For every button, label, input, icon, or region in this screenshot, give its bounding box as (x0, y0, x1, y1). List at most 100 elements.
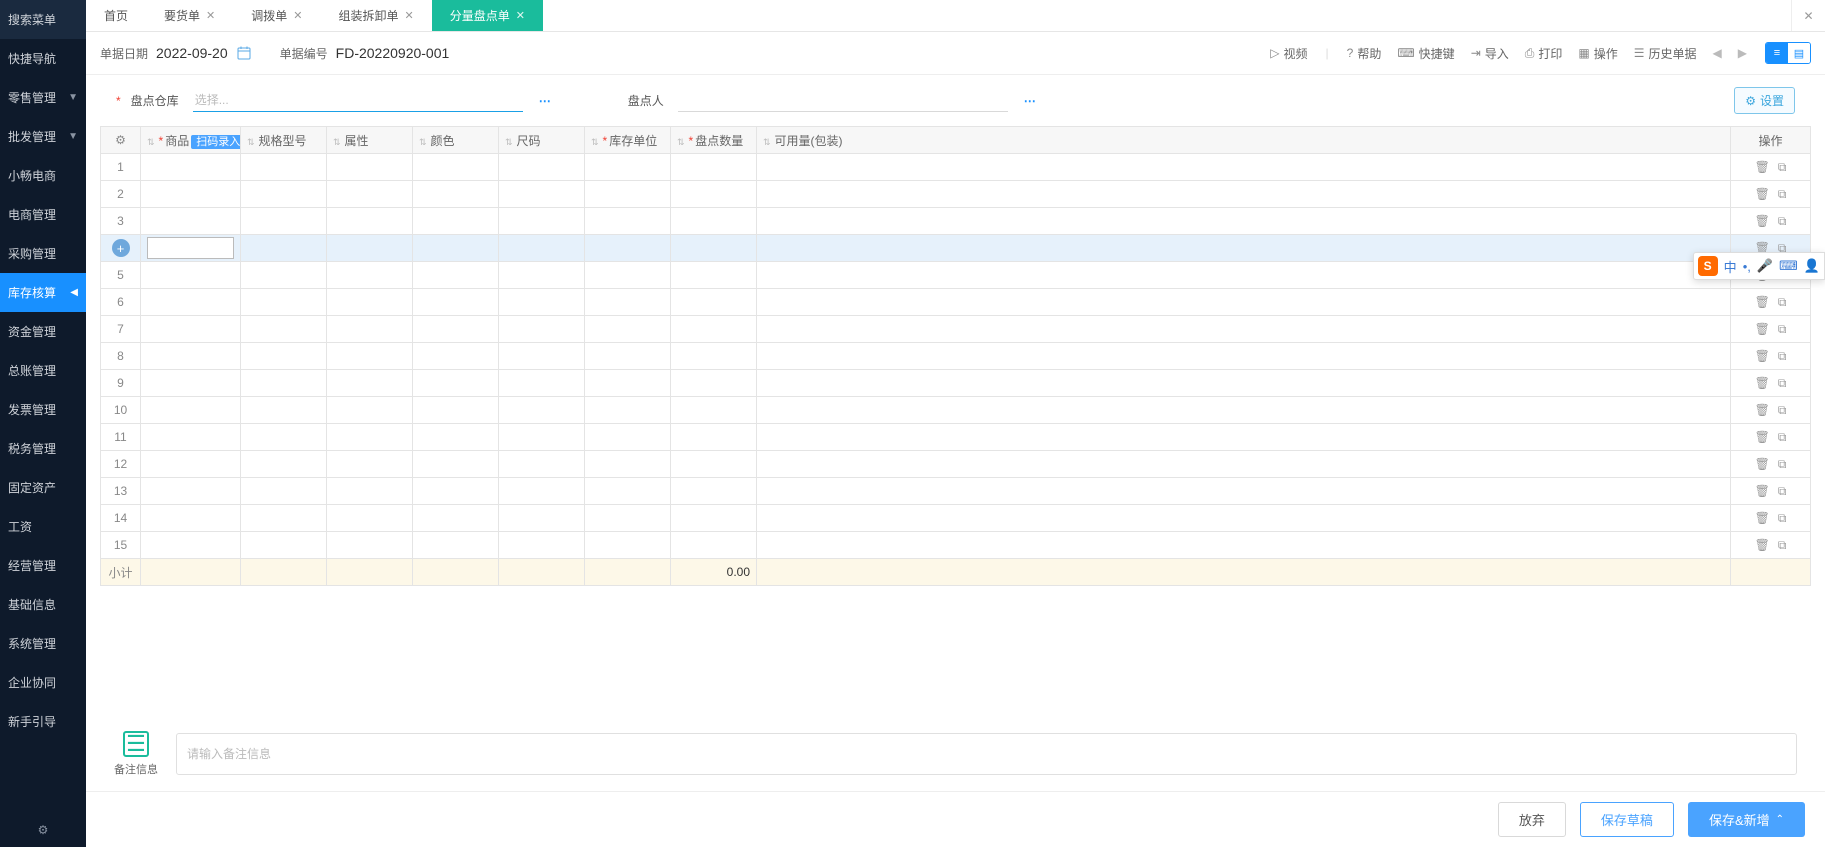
ime-punct-icon[interactable]: •, (1743, 259, 1751, 274)
cell-spec[interactable] (241, 208, 327, 235)
sidebar-item-search-menu[interactable]: 搜索菜单 (0, 0, 86, 39)
cell-attr[interactable] (327, 505, 413, 532)
cell-product[interactable] (141, 424, 241, 451)
table-row[interactable]: 14🗑⧉ (101, 505, 1811, 532)
col-avail[interactable]: ⇅可用量(包装) (757, 127, 1731, 154)
toolbar-shortcut[interactable]: ⌨快捷键 (1393, 45, 1458, 62)
toolbar-video[interactable]: ▷视频 (1266, 45, 1311, 62)
cell-spec[interactable] (241, 343, 327, 370)
view-card-icon[interactable]: ▤ (1788, 43, 1810, 63)
cell-spec[interactable] (241, 532, 327, 559)
toolbar-import[interactable]: ⇥导入 (1467, 45, 1513, 62)
cell-unit[interactable] (585, 505, 671, 532)
copy-row-icon[interactable]: ⧉ (1778, 484, 1787, 498)
cell-spec[interactable] (241, 262, 327, 289)
cell-unit[interactable] (585, 235, 671, 262)
sidebar-item-invoice[interactable]: 发票管理 (0, 390, 86, 429)
cell-unit[interactable] (585, 424, 671, 451)
cell-qty[interactable] (671, 478, 757, 505)
tab-home[interactable]: 首页 (86, 0, 146, 31)
cell-unit[interactable] (585, 451, 671, 478)
cell-qty[interactable] (671, 532, 757, 559)
tab-assembly[interactable]: 组装拆卸单✕ (320, 0, 431, 31)
col-product[interactable]: ⇅*商品扫码录入 (141, 127, 241, 154)
cell-size[interactable] (499, 289, 585, 316)
cell-product[interactable] (141, 316, 241, 343)
sidebar-item-collab[interactable]: 企业协同 (0, 663, 86, 702)
cell-unit[interactable] (585, 343, 671, 370)
cell-spec[interactable] (241, 451, 327, 478)
cell-size[interactable] (499, 397, 585, 424)
tab-stock-check[interactable]: 分量盘点单✕ (432, 0, 543, 31)
cell-unit[interactable] (585, 478, 671, 505)
sidebar-item-basic-info[interactable]: 基础信息 (0, 585, 86, 624)
cell-product[interactable] (141, 370, 241, 397)
col-attr[interactable]: ⇅属性 (327, 127, 413, 154)
cell-qty[interactable] (671, 343, 757, 370)
cell-unit[interactable] (585, 289, 671, 316)
close-icon[interactable]: ✕ (293, 9, 302, 22)
cell-spec[interactable] (241, 397, 327, 424)
table-row[interactable]: 1🗑⧉ (101, 154, 1811, 181)
table-row[interactable]: 5🗑⧉ (101, 262, 1811, 289)
cell-unit[interactable] (585, 154, 671, 181)
cell-attr[interactable] (327, 262, 413, 289)
ime-lang[interactable]: 中 (1724, 257, 1737, 276)
toolbar-help[interactable]: ?帮助 (1343, 45, 1386, 62)
sidebar-item-salary[interactable]: 工资 (0, 507, 86, 546)
table-row[interactable]: 2🗑⧉ (101, 181, 1811, 208)
cell-product[interactable] (141, 154, 241, 181)
cell-color[interactable] (413, 478, 499, 505)
cell-avail[interactable] (757, 424, 1731, 451)
cell-attr[interactable] (327, 397, 413, 424)
table-row[interactable]: 3🗑⧉ (101, 208, 1811, 235)
sidebar-item-quick-nav[interactable]: 快捷导航 (0, 39, 86, 78)
cell-qty[interactable] (671, 370, 757, 397)
cell-color[interactable] (413, 532, 499, 559)
ime-user-icon[interactable]: 👤 (1804, 258, 1820, 274)
delete-row-icon[interactable]: 🗑 (1755, 538, 1770, 552)
ime-keyboard-icon[interactable]: ⌨ (1779, 258, 1798, 274)
toolbar-action[interactable]: ▦操作 (1574, 45, 1621, 62)
cell-avail[interactable] (757, 505, 1731, 532)
cell-qty[interactable] (671, 316, 757, 343)
person-input[interactable] (678, 89, 1008, 112)
cell-avail[interactable] (757, 181, 1731, 208)
cell-color[interactable] (413, 370, 499, 397)
warehouse-more[interactable]: ⋯ (539, 94, 552, 108)
cell-avail[interactable] (757, 370, 1731, 397)
sidebar-item-system[interactable]: 系统管理 (0, 624, 86, 663)
doc-date-value[interactable]: 2022-09-20 (156, 45, 228, 61)
table-row[interactable]: 9🗑⧉ (101, 370, 1811, 397)
copy-row-icon[interactable]: ⧉ (1778, 403, 1787, 417)
cell-qty[interactable] (671, 505, 757, 532)
delete-row-icon[interactable]: 🗑 (1755, 214, 1770, 228)
cell-attr[interactable] (327, 235, 413, 262)
table-row[interactable]: 13🗑⧉ (101, 478, 1811, 505)
cell-attr[interactable] (327, 532, 413, 559)
cell-color[interactable] (413, 289, 499, 316)
cell-product[interactable] (141, 262, 241, 289)
calendar-icon[interactable] (236, 45, 252, 61)
col-spec[interactable]: ⇅规格型号 (241, 127, 327, 154)
copy-row-icon[interactable]: ⧉ (1778, 511, 1787, 525)
col-unit[interactable]: ⇅*库存单位 (585, 127, 671, 154)
nav-prev[interactable]: ◀ (1709, 46, 1726, 60)
delete-row-icon[interactable]: 🗑 (1755, 484, 1770, 498)
ime-toolbar[interactable]: S 中 •, 🎤 ⌨ 👤 (1693, 252, 1825, 280)
sidebar-item-funds[interactable]: 资金管理 (0, 312, 86, 351)
copy-row-icon[interactable]: ⧉ (1778, 538, 1787, 552)
cell-size[interactable] (499, 532, 585, 559)
settings-button[interactable]: ⚙设置 (1734, 87, 1795, 114)
sidebar-item-ledger[interactable]: 总账管理 (0, 351, 86, 390)
cell-qty[interactable] (671, 397, 757, 424)
cell-unit[interactable] (585, 316, 671, 343)
delete-row-icon[interactable]: 🗑 (1755, 457, 1770, 471)
cell-attr[interactable] (327, 424, 413, 451)
cell-size[interactable] (499, 235, 585, 262)
col-size[interactable]: ⇅尺码 (499, 127, 585, 154)
delete-row-icon[interactable]: 🗑 (1755, 160, 1770, 174)
cell-attr[interactable] (327, 316, 413, 343)
cell-avail[interactable] (757, 478, 1731, 505)
copy-row-icon[interactable]: ⧉ (1778, 457, 1787, 471)
